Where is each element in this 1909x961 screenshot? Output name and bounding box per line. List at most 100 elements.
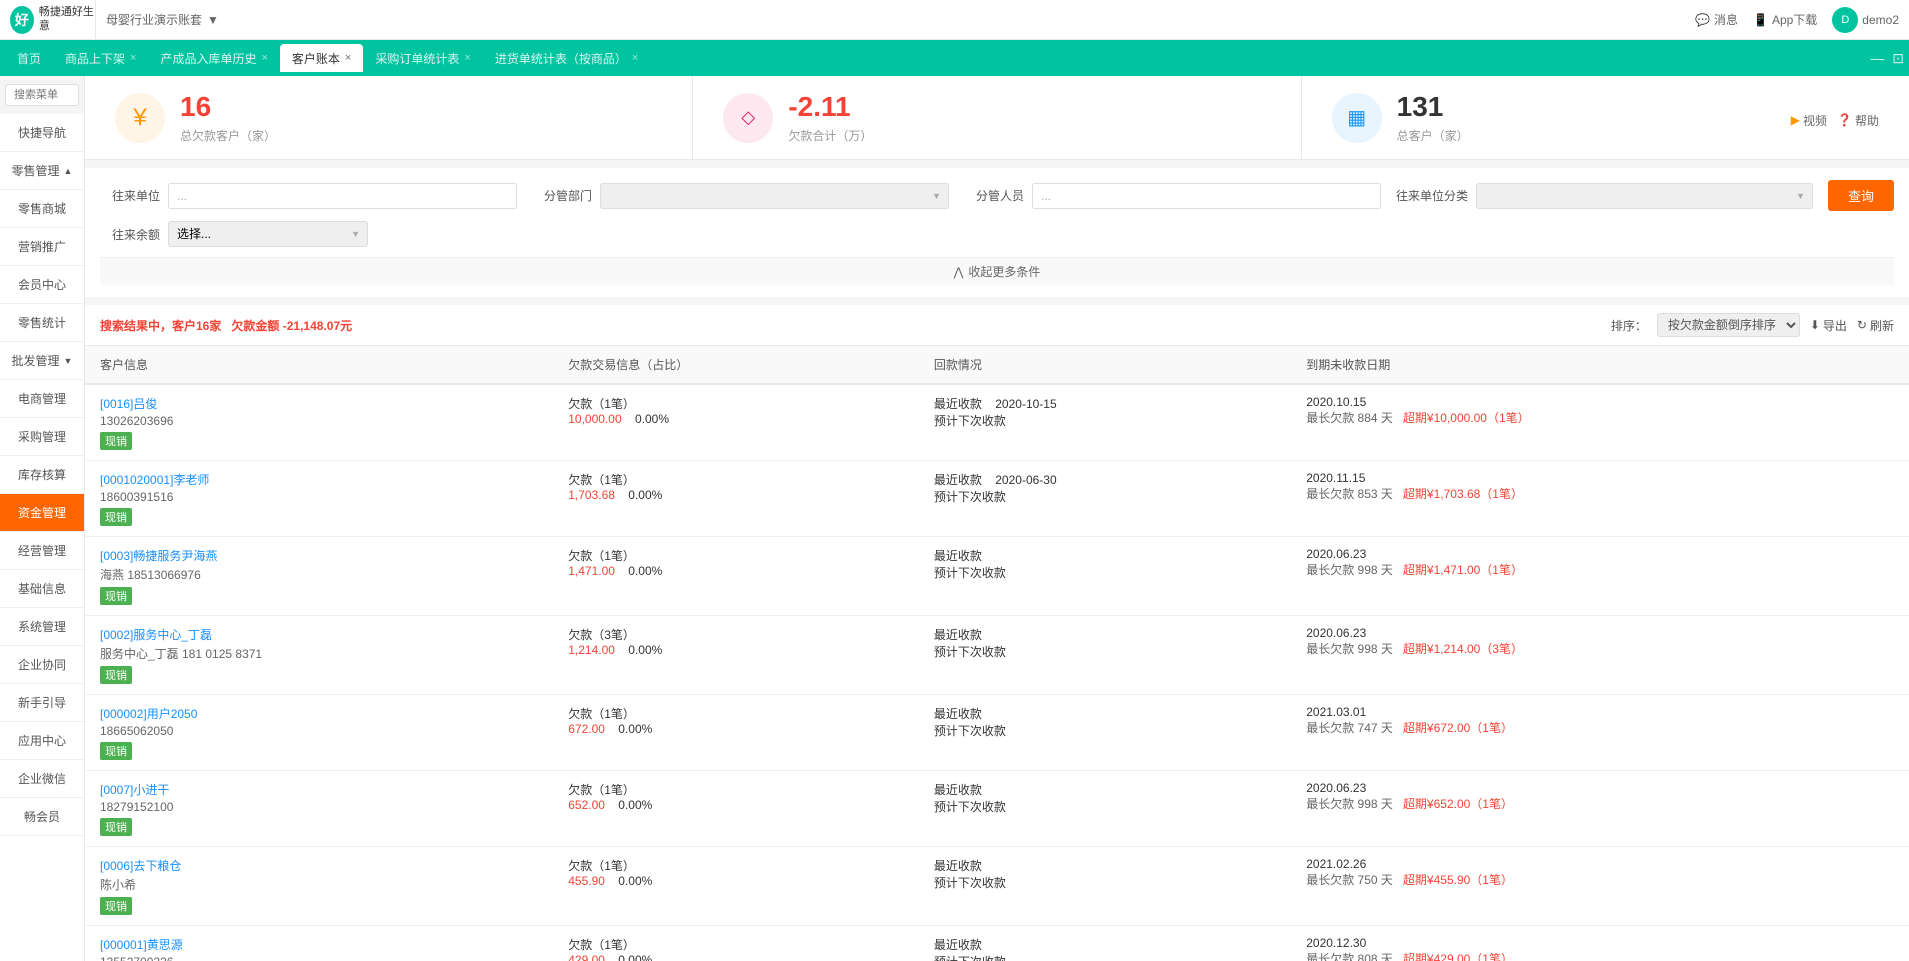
cell-debt-info: 欠款（1笔） 672.00 0.00% [553,695,919,771]
debt-amount-row: 1,471.00 0.00% [568,564,904,578]
sidebar-item-inventory[interactable]: 库存核算 [0,456,84,494]
sidebar-item-enterprise[interactable]: 企业协同 [0,646,84,684]
sidebar-item-new-guide[interactable]: 新手引导 [0,684,84,722]
customer-name-link[interactable]: [0006]去下粮仓 [100,857,538,874]
overdue-amount-link[interactable]: 超期¥652.00（1笔） [1403,797,1513,811]
collapse-button[interactable]: ⋀ 收起更多条件 [100,257,1894,285]
sidebar-item-member-plus-label: 畅会员 [24,810,60,824]
sidebar-item-batch-mgmt[interactable]: 批发管理 ▼ [0,342,84,380]
sidebar-item-member-plus[interactable]: 畅会员 [0,798,84,836]
user-name-label: demo2 [1862,13,1899,27]
customer-name-link[interactable]: [0003]畅捷服务尹海燕 [100,547,538,564]
customer-name-link[interactable]: [0007]小进干 [100,781,538,798]
overdue-days: 最长欠款 750 天 [1306,873,1399,887]
maximize-icon[interactable]: ⊡ [1892,50,1904,67]
from-unit-input[interactable]: ... [168,183,517,209]
overdue-amount-link[interactable]: 超期¥1,214.00（3笔） [1403,642,1523,656]
overdue-amount-link[interactable]: 超期¥672.00（1笔） [1403,721,1513,735]
customer-name-link[interactable]: [0001020001]李老师 [100,471,538,488]
app-download-btn[interactable]: 📱 App下载 [1753,11,1817,28]
sidebar-item-operations[interactable]: 经营管理 [0,532,84,570]
dept-label: 分管部门 [532,187,592,204]
search-button[interactable]: 查询 [1828,180,1894,211]
customer-name-link[interactable]: [000002]用户2050 [100,705,538,722]
tab-products-history[interactable]: 产成品入库单历史 × [148,44,279,72]
customer-phone: 海燕 18513066976 [100,566,538,583]
tab-purchase-order[interactable]: 采购订单统计表 × [363,44,482,72]
unit-type-select[interactable] [1476,183,1813,209]
help-btn[interactable]: ❓ 帮助 [1837,112,1879,129]
overdue-days: 最长欠款 884 天 [1306,411,1399,425]
sidebar-item-enterprise-wx[interactable]: 企业微信 [0,760,84,798]
sidebar-item-retail-mgmt[interactable]: 零售管理 ▲ [0,152,84,190]
export-btn[interactable]: ⬇ 导出 [1810,317,1847,334]
sidebar-item-finance[interactable]: 资金管理 [0,494,84,532]
sidebar-item-retail-store[interactable]: 零售商城 [0,190,84,228]
customer-name-link[interactable]: [0002]服务中心_丁磊 [100,626,538,643]
tab-purchase-order-close[interactable]: × [464,52,470,64]
sidebar-item-app-center[interactable]: 应用中心 [0,722,84,760]
customer-tag: 现销 [100,818,132,836]
tab-purchase-stat[interactable]: 进货单统计表（按商品） × [483,44,650,72]
person-input[interactable]: ... [1032,183,1381,209]
cell-payment-status: 最近收款 预计下次收款 [919,847,1291,926]
sidebar-item-system[interactable]: 系统管理 [0,608,84,646]
tab-customer-account-close[interactable]: × [345,52,351,64]
tab-products-off[interactable]: 商品上下架 × [53,44,148,72]
customer-tag: 现销 [100,508,132,526]
result-prefix: 搜索结果中，客户16家 [100,319,221,333]
sidebar-item-members[interactable]: 会员中心 [0,266,84,304]
last-payment-row: 最近收款 [934,547,1276,564]
overdue-amount-link[interactable]: 超期¥1,703.68（1笔） [1403,487,1523,501]
unit-type-label: 往来单位分类 [1396,187,1468,204]
message-btn[interactable]: 💬 消息 [1695,11,1738,28]
stat-total-customers-number: 131 [1397,91,1469,123]
overdue-amount-link[interactable]: 超期¥455.90（1笔） [1403,873,1513,887]
due-date: 2020.12.30 [1306,936,1894,950]
overdue-amount-link[interactable]: 超期¥429.00（1笔） [1403,952,1513,961]
cell-due-date: 2021.02.26 最长欠款 750 天 超期¥455.90（1笔） [1291,847,1909,926]
filter-dept: 分管部门 ▼ [532,183,949,209]
sidebar-item-quick-nav-label: 快捷导航 [18,126,66,140]
minimize-icon[interactable]: — [1870,50,1884,67]
header-right: 💬 消息 📱 App下载 D demo2 [1695,7,1899,33]
last-payment-row: 最近收款 [934,936,1276,953]
overdue-info-row: 最长欠款 998 天 超期¥652.00（1笔） [1306,795,1894,812]
video-btn[interactable]: ▶ 视频 [1791,112,1827,129]
overdue-amount-link[interactable]: 超期¥10,000.00（1笔） [1403,411,1530,425]
filter-balance: 往来余额 选择... ▼ [100,221,1894,247]
user-avatar-btn[interactable]: D demo2 [1832,7,1899,33]
store-selector[interactable]: 母婴行业演示账套 ▼ [95,0,229,39]
tab-products-history-close[interactable]: × [261,52,267,64]
toolbar-right: 排序： 按欠款金额倒序排序 ⬇ 导出 ↻ 刷新 [1611,313,1894,337]
last-payment-date: 2020-10-15 [995,397,1056,411]
tab-purchase-stat-close[interactable]: × [632,52,638,64]
col-debt-info: 欠款交易信息（占比） [553,346,919,384]
dept-select[interactable] [600,183,949,209]
store-dropdown-icon: ▼ [207,13,219,27]
customer-tag: 现销 [100,897,132,915]
sidebar-item-ecommerce[interactable]: 电商管理 [0,380,84,418]
sidebar-item-quick-nav[interactable]: 快捷导航 [0,114,84,152]
tab-customer-account-label: 客户账本 [292,50,340,67]
customer-name-link[interactable]: [000001]黄思源 [100,936,538,953]
sort-select[interactable]: 按欠款金额倒序排序 [1657,313,1800,337]
balance-select[interactable]: 选择... [168,221,368,247]
customer-tag: 现销 [100,666,132,684]
tab-products-off-close[interactable]: × [130,52,136,64]
tab-home[interactable]: 首页 [5,44,53,72]
overdue-amount-link[interactable]: 超期¥1,471.00（1笔） [1403,563,1523,577]
customer-tag: 现销 [100,587,132,605]
filter-area: 往来单位 ... 分管部门 ▼ 分管人员 [85,168,1909,297]
refresh-btn[interactable]: ↻ 刷新 [1857,317,1894,334]
sidebar-item-basic-info[interactable]: 基础信息 [0,570,84,608]
sidebar-item-finance-label: 资金管理 [18,506,66,520]
tab-customer-account[interactable]: 客户账本 × [280,44,363,72]
filter-row-2: 往来余额 选择... ▼ [100,221,1894,247]
search-input[interactable] [5,84,79,106]
debt-amount: 10,000.00 [568,412,621,426]
customer-name-link[interactable]: [0016]吕俊 [100,395,538,412]
sidebar-item-purchase-mgmt[interactable]: 采购管理 [0,418,84,456]
sidebar-item-retail-stats[interactable]: 零售统计 [0,304,84,342]
sidebar-item-marketing[interactable]: 营销推广 [0,228,84,266]
